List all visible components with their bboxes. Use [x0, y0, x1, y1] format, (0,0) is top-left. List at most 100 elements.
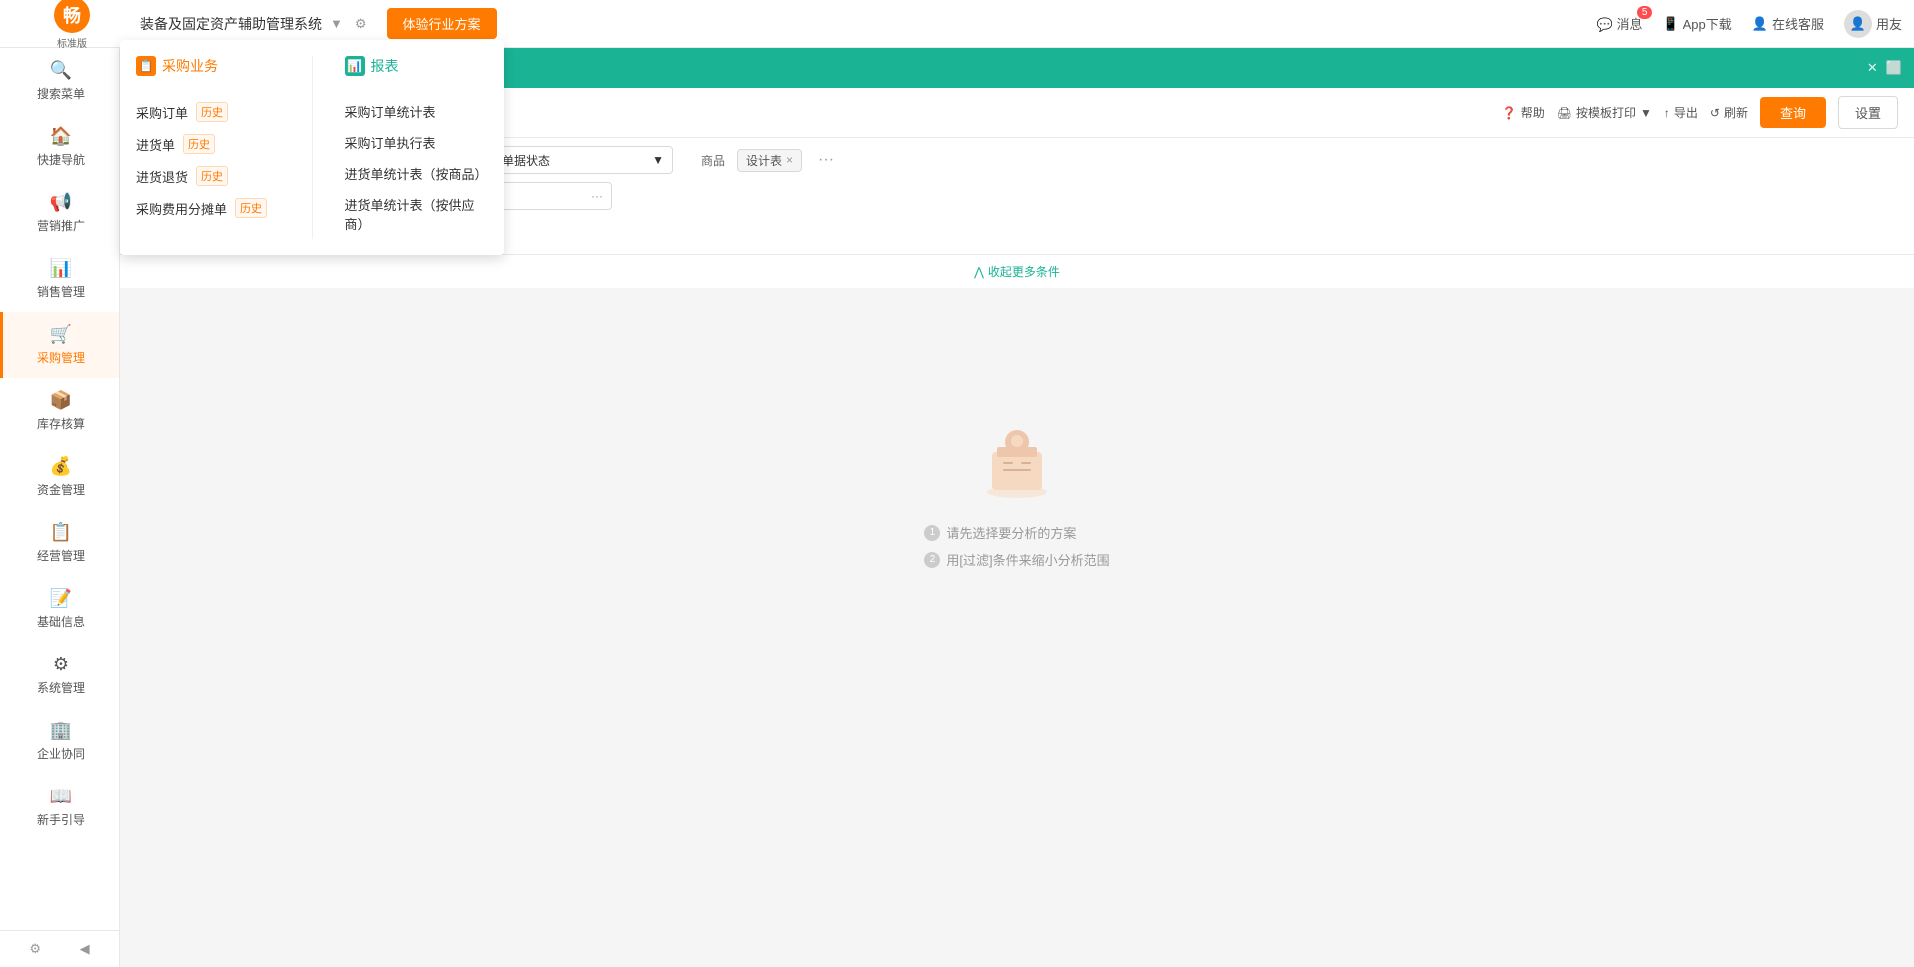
sales-icon: 📊 [50, 258, 72, 279]
receipt-by-goods-label: 进货单统计表（按商品） [345, 164, 488, 183]
sidebar-item-sales-label: 销售管理 [37, 283, 85, 300]
online-service-item[interactable]: 👤 在线客服 [1752, 14, 1824, 33]
sidebar-item-system[interactable]: ⚙ 系统管理 [0, 642, 119, 708]
empty-tips-list: 1 请先选择要分析的方案 2 用[过滤]条件来缩小分析范围 [924, 523, 1109, 569]
refresh-btn[interactable]: ↺ 刷新 [1710, 104, 1748, 121]
system-icon: ⚙ [53, 654, 69, 675]
sidebar-item-sales[interactable]: 📊 销售管理 [0, 246, 119, 312]
collapse-label: 收起更多条件 [988, 263, 1060, 280]
purchase-receipt-history-tag: 历史 [183, 134, 215, 154]
help-icon: ❓ [1502, 106, 1517, 120]
receipt-by-supplier-label: 进货单统计表（按供应商） [345, 195, 489, 233]
export-btn[interactable]: ↑ 导出 [1664, 104, 1698, 121]
notification-label: 消息 [1616, 17, 1642, 32]
goods-tag-remove[interactable]: × [786, 153, 793, 167]
doc-status-select[interactable]: 单据状态 ▼ [493, 146, 673, 174]
sidebar-item-search-label: 搜索菜单 [37, 85, 85, 102]
sidebar-item-inventory-label: 库存核算 [37, 415, 85, 432]
collapse-up-icon: ⋀ [974, 265, 984, 279]
sidebar-item-search[interactable]: 🔍 搜索菜单 [0, 48, 119, 114]
basic-info-icon: 📝 [50, 588, 72, 609]
tab-actions: ✕ ⬜ [1855, 60, 1914, 76]
sidebar-bottom: ⚙ ◀ [0, 930, 119, 967]
sidebar-item-operations-label: 经营管理 [37, 547, 85, 564]
report-section-icon: 📊 [345, 56, 365, 76]
app-download-item[interactable]: 📱 App下载 [1662, 14, 1731, 33]
settings-gear-icon[interactable]: ⚙ [355, 16, 367, 32]
user-label: 用友 [1876, 14, 1902, 33]
logo-subtext: 标准版 [57, 35, 87, 50]
marketing-icon: 📢 [50, 192, 72, 213]
purchase-receipt-label: 进货单 [136, 135, 175, 154]
user-item[interactable]: 👤 用友 [1844, 10, 1902, 38]
app-download-label: App下载 [1683, 14, 1732, 33]
sidebar-settings-icon[interactable]: ⚙ [29, 941, 41, 957]
system-title-area: 装备及固定资产辅助管理系统 ▼ ⚙ 体验行业方案 [140, 8, 1597, 39]
salesperson-more-btn[interactable]: ··· [591, 189, 603, 203]
sidebar-item-enterprise[interactable]: 🏢 企业协同 [0, 708, 119, 774]
sidebar-collapse-icon[interactable]: ◀ [80, 941, 90, 957]
menu-item-purchase-expense[interactable]: 采购费用分摊单 历史 [136, 192, 280, 224]
help-btn[interactable]: ❓ 帮助 [1502, 104, 1545, 121]
sidebar-item-guide[interactable]: 📖 新手引导 [0, 774, 119, 840]
purchase-order-label: 采购订单 [136, 103, 188, 122]
sidebar-item-guide-label: 新手引导 [37, 811, 85, 828]
sidebar-item-quick-nav-label: 快捷导航 [37, 151, 85, 168]
goods-more-btn[interactable]: ··· [814, 151, 838, 169]
sidebar-item-operations[interactable]: 📋 经营管理 [0, 510, 119, 576]
report-menu-section: 📊 报表 采购订单统计表 采购订单执行表 进货单统计表（按商品） 进货单统计表（… [345, 56, 489, 239]
sidebar-item-quick-nav[interactable]: 🏠 快捷导航 [0, 114, 119, 180]
sidebar-item-inventory[interactable]: 📦 库存核算 [0, 378, 119, 444]
sidebar-item-procurement[interactable]: 🛒 采购管理 [0, 312, 119, 378]
tab-close-all-icon[interactable]: ✕ [1867, 60, 1878, 76]
tip-num-2: 2 [924, 552, 940, 568]
refresh-label: 刷新 [1724, 104, 1748, 121]
export-icon: ↑ [1664, 106, 1670, 120]
sidebar-item-procurement-label: 采购管理 [37, 349, 85, 366]
query-btn[interactable]: 查询 [1760, 97, 1826, 128]
empty-state: 1 请先选择要分析的方案 2 用[过滤]条件来缩小分析范围 [120, 288, 1914, 688]
menu-item-order-stat[interactable]: 采购订单统计表 [345, 96, 489, 127]
purchase-expense-label: 采购费用分摊单 [136, 199, 227, 218]
print-btn[interactable]: 🖨 按模板打印 ▼ [1557, 104, 1652, 121]
tab-expand-icon[interactable]: ⬜ [1886, 60, 1902, 76]
sidebar-item-enterprise-label: 企业协同 [37, 745, 85, 762]
empty-tip-2: 2 用[过滤]条件来缩小分析范围 [924, 550, 1109, 569]
sidebar-item-marketing[interactable]: 📢 营销推广 [0, 180, 119, 246]
tip-text-2: 用[过滤]条件来缩小分析范围 [946, 550, 1109, 569]
menu-item-receipt-by-goods[interactable]: 进货单统计表（按商品） [345, 158, 489, 189]
menu-item-receipt-by-supplier[interactable]: 进货单统计表（按供应商） [345, 189, 489, 239]
sidebar-item-basic-info[interactable]: 📝 基础信息 [0, 576, 119, 642]
purchase-return-history-tag: 历史 [196, 166, 228, 186]
menu-item-order-exec[interactable]: 采购订单执行表 [345, 127, 489, 158]
print-label: 按模板打印 [1576, 104, 1636, 121]
menu-item-purchase-order[interactable]: 采购订单 历史 [136, 96, 280, 128]
sidebar-item-finance[interactable]: 💰 资金管理 [0, 444, 119, 510]
user-avatar: 👤 [1844, 10, 1872, 38]
purchase-return-label: 进货退货 [136, 167, 188, 186]
settings-btn[interactable]: 设置 [1838, 96, 1898, 129]
service-icon: 👤 [1752, 16, 1768, 32]
main-layout: 🔍 搜索菜单 🏠 快捷导航 📢 营销推广 📊 销售管理 🛒 采购管理 📦 库存核… [0, 48, 1914, 967]
procurement-dropdown-menu: 📋 采购业务 采购订单 历史 进货单 历史 进货退货 历史 采购费用分摊单 [120, 48, 504, 255]
system-dropdown-arrow[interactable]: ▼ [330, 16, 343, 31]
menu-item-purchase-receipt[interactable]: 进货单 历史 [136, 128, 280, 160]
order-stat-label: 采购订单统计表 [345, 102, 436, 121]
refresh-icon: ↺ [1710, 106, 1720, 120]
help-label: 帮助 [1521, 104, 1545, 121]
collapse-btn[interactable]: ⋀ 收起更多条件 [120, 255, 1914, 288]
sidebar-item-marketing-label: 营销推广 [37, 217, 85, 234]
system-title: 装备及固定资产辅助管理系统 [140, 14, 322, 34]
notification-item[interactable]: 💬 消息 5 [1597, 14, 1643, 33]
content-area: 首页 销售排行榜 ✕ ✕ ⬜ ❓ 帮助 🖨 按模板打印 [120, 48, 1914, 967]
print-icon: 🖨 [1557, 106, 1572, 120]
procurement-menu-section: 📋 采购业务 采购订单 历史 进货单 历史 进货退货 历史 采购费用分摊单 [136, 56, 280, 239]
print-dropdown-icon[interactable]: ▼ [1640, 106, 1652, 120]
logo-icon: 畅 [54, 0, 90, 33]
industry-btn[interactable]: 体验行业方案 [387, 8, 497, 39]
guide-icon: 📖 [50, 786, 72, 807]
menu-item-purchase-return[interactable]: 进货退货 历史 [136, 160, 280, 192]
procurement-section-icon: 📋 [136, 56, 156, 76]
order-exec-label: 采购订单执行表 [345, 133, 436, 152]
message-icon: 💬 [1597, 17, 1613, 32]
